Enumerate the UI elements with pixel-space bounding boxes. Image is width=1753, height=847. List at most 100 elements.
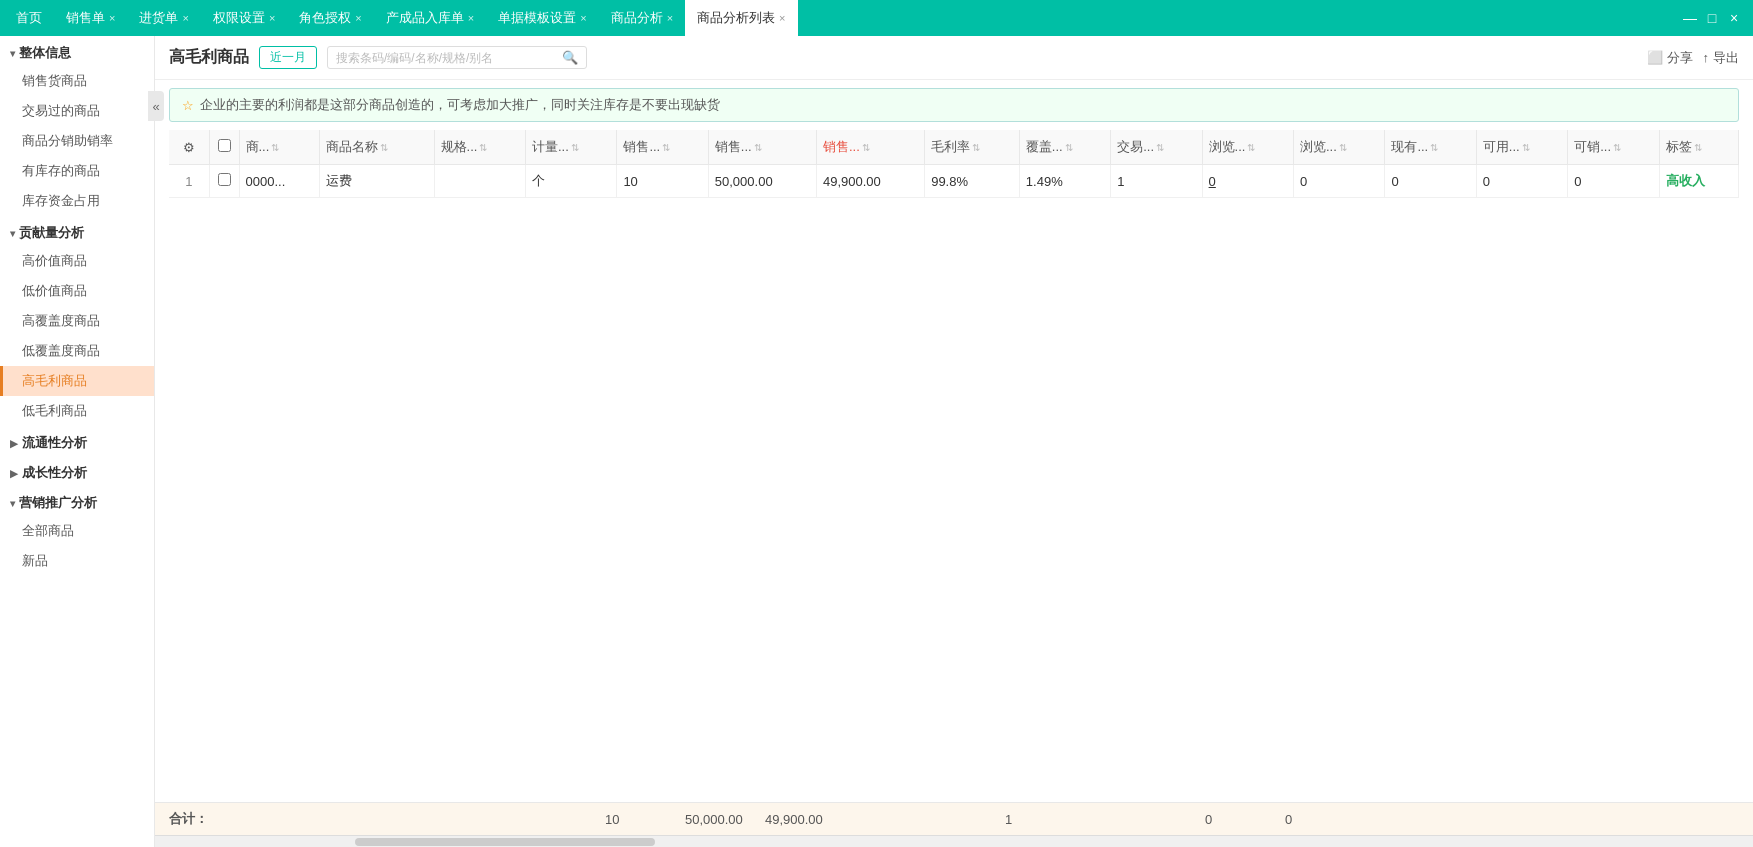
nav-product-inbound[interactable]: 产成品入库单 × — [374, 0, 486, 36]
sidebar-item-low-margin[interactable]: 低毛利商品 — [0, 396, 154, 426]
content-header: 高毛利商品 近一月 🔍 ⬜ 分享 ↑ 导出 — [155, 36, 1753, 80]
nav-close-purchase-order[interactable]: × — [182, 12, 188, 24]
sidebar-item-high-coverage[interactable]: 高覆盖度商品 — [0, 306, 154, 336]
col-code[interactable]: 商...⇅ — [239, 130, 320, 165]
scrollbar-thumb[interactable] — [355, 838, 655, 846]
col-sales-amount[interactable]: 销售...⇅ — [708, 130, 816, 165]
arrow-icon-2: ▾ — [10, 228, 15, 239]
col-spec[interactable]: 规格...⇅ — [434, 130, 525, 165]
sidebar-item-sales-goods[interactable]: 销售货商品 — [0, 66, 154, 96]
col-gear[interactable]: ⚙ — [169, 130, 209, 165]
nav-template-settings[interactable]: 单据模板设置 × — [486, 0, 598, 36]
col-transactions[interactable]: 交易...⇅ — [1111, 130, 1202, 165]
row-sales-amount: 50,000.00 — [708, 165, 816, 198]
sidebar-item-low-coverage[interactable]: 低覆盖度商品 — [0, 336, 154, 366]
sort-icon-gross-margin: ⇅ — [972, 142, 980, 153]
col-browse1[interactable]: 浏览...⇅ — [1202, 130, 1293, 165]
nav-permissions[interactable]: 权限设置 × — [201, 0, 287, 36]
col-name[interactable]: 商品名称⇅ — [320, 130, 435, 165]
row-browse1[interactable]: 0 — [1202, 165, 1293, 198]
export-button[interactable]: ↑ 导出 — [1703, 49, 1740, 67]
col-available-stock[interactable]: 可用...⇅ — [1476, 130, 1567, 165]
col-tag[interactable]: 标签⇅ — [1659, 130, 1738, 165]
nav-close-product-analysis-list[interactable]: × — [779, 12, 785, 24]
share-button[interactable]: ⬜ 分享 — [1647, 49, 1693, 67]
sidebar-item-traded-goods[interactable]: 交易过的商品 — [0, 96, 154, 126]
nav-close-sales-order[interactable]: × — [109, 12, 115, 24]
horizontal-scrollbar[interactable] — [155, 835, 1753, 847]
sidebar-item-stock-capital[interactable]: 库存资金占用 — [0, 186, 154, 216]
row-current-stock: 0 — [1385, 165, 1476, 198]
nav-close-product-inbound[interactable]: × — [468, 12, 474, 24]
nav-product-analysis[interactable]: 商品分析 × — [599, 0, 685, 36]
sidebar-item-all-goods[interactable]: 全部商品 — [0, 516, 154, 546]
sidebar-item-high-margin[interactable]: 高毛利商品 — [0, 366, 154, 396]
col-current-stock[interactable]: 现有...⇅ — [1385, 130, 1476, 165]
row-spec — [434, 165, 525, 198]
main-area: ▾ 整体信息 销售货商品 交易过的商品 商品分销助销率 有库存的商品 库存资金占… — [0, 36, 1753, 847]
row-checkbox[interactable] — [209, 165, 239, 198]
nav-close-template-settings[interactable]: × — [580, 12, 586, 24]
row-browse2: 0 — [1294, 165, 1385, 198]
minimize-btn[interactable]: — — [1683, 11, 1697, 25]
sidebar-item-in-stock-goods[interactable]: 有库存的商品 — [0, 156, 154, 186]
footer-sales-amount: 50,000.00 — [679, 812, 759, 827]
filter-recent-month-button[interactable]: 近一月 — [259, 46, 317, 69]
sidebar-group-growth[interactable]: ▶ 成长性分析 — [0, 456, 154, 486]
nav-purchase-order[interactable]: 进货单 × — [127, 0, 200, 36]
nav-role-auth[interactable]: 角色授权 × — [287, 0, 373, 36]
close-btn[interactable]: × — [1727, 11, 1741, 25]
col-coverage[interactable]: 覆盖...⇅ — [1019, 130, 1110, 165]
sidebar-item-low-value[interactable]: 低价值商品 — [0, 276, 154, 306]
footer-sales-qty: 10 — [599, 812, 679, 827]
sidebar-group-contribution[interactable]: ▾ 贡献量分析 — [0, 216, 154, 246]
row-sales-profit: 49,900.00 — [816, 165, 924, 198]
sidebar-item-new-goods[interactable]: 新品 — [0, 546, 154, 576]
footer-available-stock: 0 — [1279, 812, 1359, 827]
sidebar-group-marketing[interactable]: ▾ 营销推广分析 — [0, 486, 154, 516]
search-box: 🔍 — [327, 46, 587, 69]
total-label: 合计： — [169, 810, 249, 828]
sidebar-group-liquidity[interactable]: ▶ 流通性分析 — [0, 426, 154, 456]
nav-close-role-auth[interactable]: × — [355, 12, 361, 24]
nav-close-product-analysis[interactable]: × — [667, 12, 673, 24]
row-index: 1 — [169, 165, 209, 198]
maximize-btn[interactable]: □ — [1705, 11, 1719, 25]
nav-home[interactable]: 首页 — [4, 0, 54, 36]
sort-icon-sales-qty: ⇅ — [662, 142, 670, 153]
select-all-checkbox[interactable] — [218, 139, 231, 152]
search-input[interactable] — [336, 51, 562, 65]
row-select-checkbox[interactable] — [218, 173, 231, 186]
row-tag: 高收入 — [1659, 165, 1738, 198]
footer-cells: 10 50,000.00 49,900.00 1 0 0 — [249, 812, 1739, 827]
sort-icon-sales-profit: ⇅ — [862, 142, 870, 153]
row-available-stock: 0 — [1476, 165, 1567, 198]
sidebar-collapse-button[interactable]: « — [148, 91, 164, 121]
nav-close-permissions[interactable]: × — [269, 12, 275, 24]
sidebar-item-high-value[interactable]: 高价值商品 — [0, 246, 154, 276]
header-actions: ⬜ 分享 ↑ 导出 — [1647, 49, 1740, 67]
sort-icon-spec: ⇅ — [479, 142, 487, 153]
share-icon: ⬜ — [1647, 50, 1663, 65]
info-banner: ☆ 企业的主要的利润都是这部分商品创造的，可考虑加大推广，同时关注库存是不要出现… — [169, 88, 1739, 122]
sort-icon-coverage: ⇅ — [1065, 142, 1073, 153]
export-icon: ↑ — [1703, 50, 1710, 65]
nav-sales-order[interactable]: 销售单 × — [54, 0, 127, 36]
search-icon[interactable]: 🔍 — [562, 50, 578, 65]
col-gross-margin[interactable]: 毛利率⇅ — [925, 130, 1020, 165]
top-nav: 首页 销售单 × 进货单 × 权限设置 × 角色授权 × 产成品入库单 × 单据… — [0, 0, 1753, 36]
sidebar-item-distribution-rate[interactable]: 商品分销助销率 — [0, 126, 154, 156]
col-sellable-stock[interactable]: 可销...⇅ — [1568, 130, 1659, 165]
sort-icon-current-stock: ⇅ — [1430, 142, 1438, 153]
col-unit[interactable]: 计量...⇅ — [526, 130, 617, 165]
window-controls: — □ × — [1675, 11, 1749, 25]
arrow-icon-5: ▾ — [10, 498, 15, 509]
sort-icon-available-stock: ⇅ — [1522, 142, 1530, 153]
col-sales-profit[interactable]: 销售...⇅ — [816, 130, 924, 165]
sidebar-group-overview[interactable]: ▾ 整体信息 — [0, 36, 154, 66]
col-browse2[interactable]: 浏览...⇅ — [1294, 130, 1385, 165]
nav-product-analysis-list[interactable]: 商品分析列表 × — [685, 0, 797, 36]
col-sales-qty[interactable]: 销售...⇅ — [617, 130, 708, 165]
page-title: 高毛利商品 — [169, 47, 249, 68]
footer-transactions: 1 — [999, 812, 1079, 827]
